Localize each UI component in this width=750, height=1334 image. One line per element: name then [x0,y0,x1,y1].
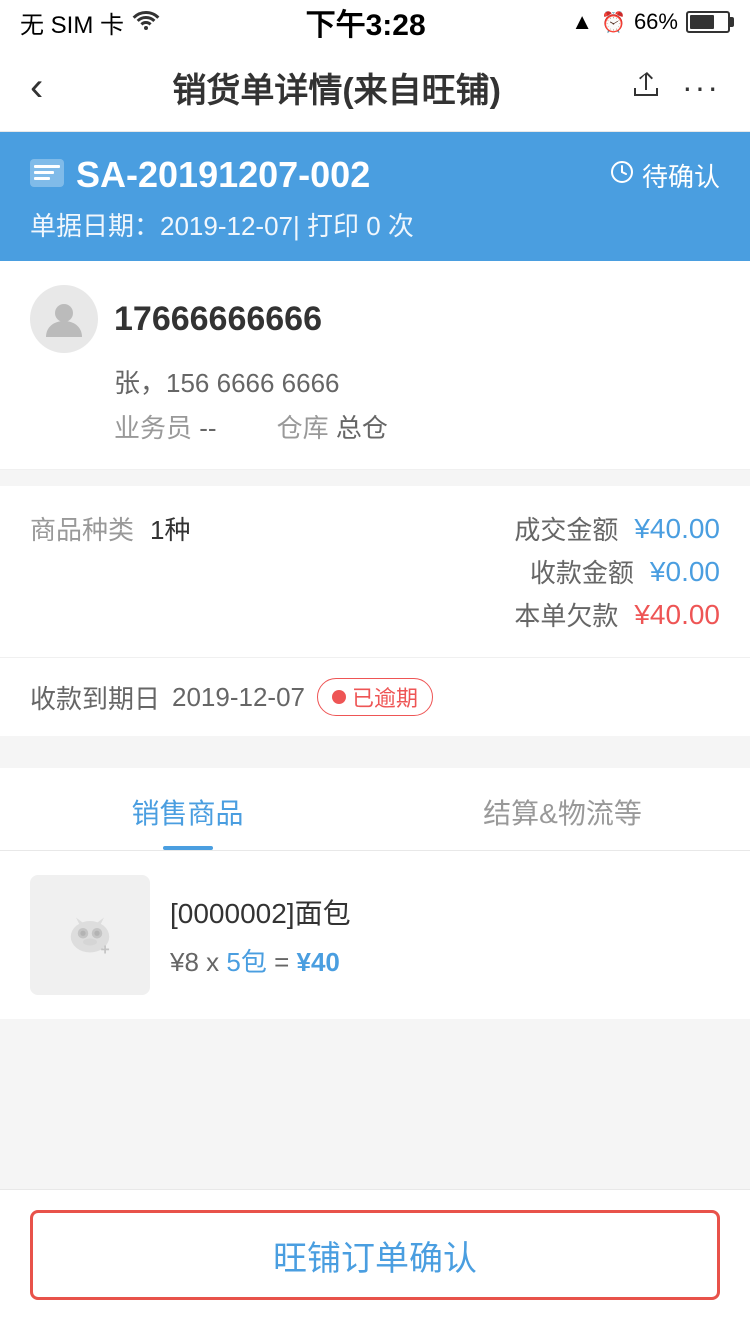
customer-phone[interactable]: 17666666666 [114,300,322,339]
customer-section: 17666666666 张，156 6666 6666 业务员 -- 仓库 总仓 [0,261,750,470]
product-price: ¥8 x [170,947,226,977]
sales-label: 业务员 [114,413,192,443]
status-right: ▲ ⏰ 66% [571,9,730,35]
clock-icon [610,160,634,191]
due-date: 2019-12-07 [172,682,305,713]
product-equals: = [267,947,297,977]
product-qty: 5包 [226,947,266,977]
svg-text:+: + [101,941,110,958]
order-date: 单据日期：2019-12-07| 打印 0 次 [30,206,720,243]
tab-settlement[interactable]: 结算&物流等 [375,768,750,850]
order-id: SA-20191207-002 [30,154,370,196]
carrier-label: 无 SIM 卡 [20,5,124,40]
more-icon[interactable]: ··· [682,69,720,106]
summary-left: 商品种类 1种 [30,510,190,547]
product-type-label: 商品种类 [30,510,134,547]
overdue-badge: 已逾期 [317,678,433,716]
alarm-icon: ⏰ [601,10,626,35]
wifi-icon [132,8,160,37]
location-icon: ▲ [571,9,593,35]
status-left: 无 SIM 卡 [20,5,160,40]
product-thumbnail: + [30,875,150,995]
nav-actions: ··· [630,68,720,108]
due-section: 收款到期日 2019-12-07 已逾期 [0,657,750,736]
bottom-action: 旺铺订单确认 [0,1189,750,1334]
received-label: 收款金额 [530,553,634,590]
customer-name: 张，156 6666 6666 [114,363,720,400]
transaction-label: 成交金额 [514,510,618,547]
product-item: + [0000002]面包 ¥8 x 5包 = ¥40 [30,875,720,995]
nav-bar: ‹ 销货单详情(来自旺铺) ··· [0,44,750,132]
time-label: 下午3:28 [306,0,426,44]
order-status: 待确认 [610,157,720,194]
divider-1 [0,470,750,486]
summary-section: 商品种类 1种 成交金额 ¥40.00 收款金额 ¥0.00 本单欠款 ¥40.… [0,486,750,657]
tabs-header: 销售商品 结算&物流等 [0,768,750,851]
product-section: + [0000002]面包 ¥8 x 5包 = ¥40 [0,851,750,1019]
customer-meta: 业务员 -- 仓库 总仓 [114,408,720,445]
battery-percent: 66% [634,9,678,35]
warehouse-value: 总仓 [336,413,388,443]
due-label: 收款到期日 [30,679,160,716]
owed-label: 本单欠款 [514,596,618,633]
avatar [30,285,98,353]
tabs-section: 销售商品 结算&物流等 + [0,768,750,1019]
order-icon [30,154,64,196]
battery-icon [686,11,730,33]
confirm-button[interactable]: 旺铺订单确认 [30,1210,720,1300]
tab-sales[interactable]: 销售商品 [0,768,375,850]
product-price-row: ¥8 x 5包 = ¥40 [170,942,720,979]
overdue-dot-icon [332,690,346,704]
product-name: [0000002]面包 [170,892,720,932]
transaction-value: ¥40.00 [634,513,720,545]
owed-value: ¥40.00 [634,599,720,631]
divider-2 [0,736,750,752]
back-button[interactable]: ‹ [30,65,43,110]
received-value: ¥0.00 [650,556,720,588]
product-total: ¥40 [296,947,339,977]
page-title: 销货单详情(来自旺铺) [172,63,501,112]
summary-right: 成交金额 ¥40.00 收款金额 ¥0.00 本单欠款 ¥40.00 [514,510,720,633]
status-bar: 无 SIM 卡 下午3:28 ▲ ⏰ 66% [0,0,750,44]
overdue-text: 已逾期 [352,681,418,713]
product-info: [0000002]面包 ¥8 x 5包 = ¥40 [170,875,720,995]
order-banner: SA-20191207-002 待确认 单据日期：2019-12-07| 打印 … [0,132,750,261]
product-type-value: 1种 [150,510,190,547]
share-icon[interactable] [630,68,662,108]
warehouse-label: 仓库 [277,413,329,443]
